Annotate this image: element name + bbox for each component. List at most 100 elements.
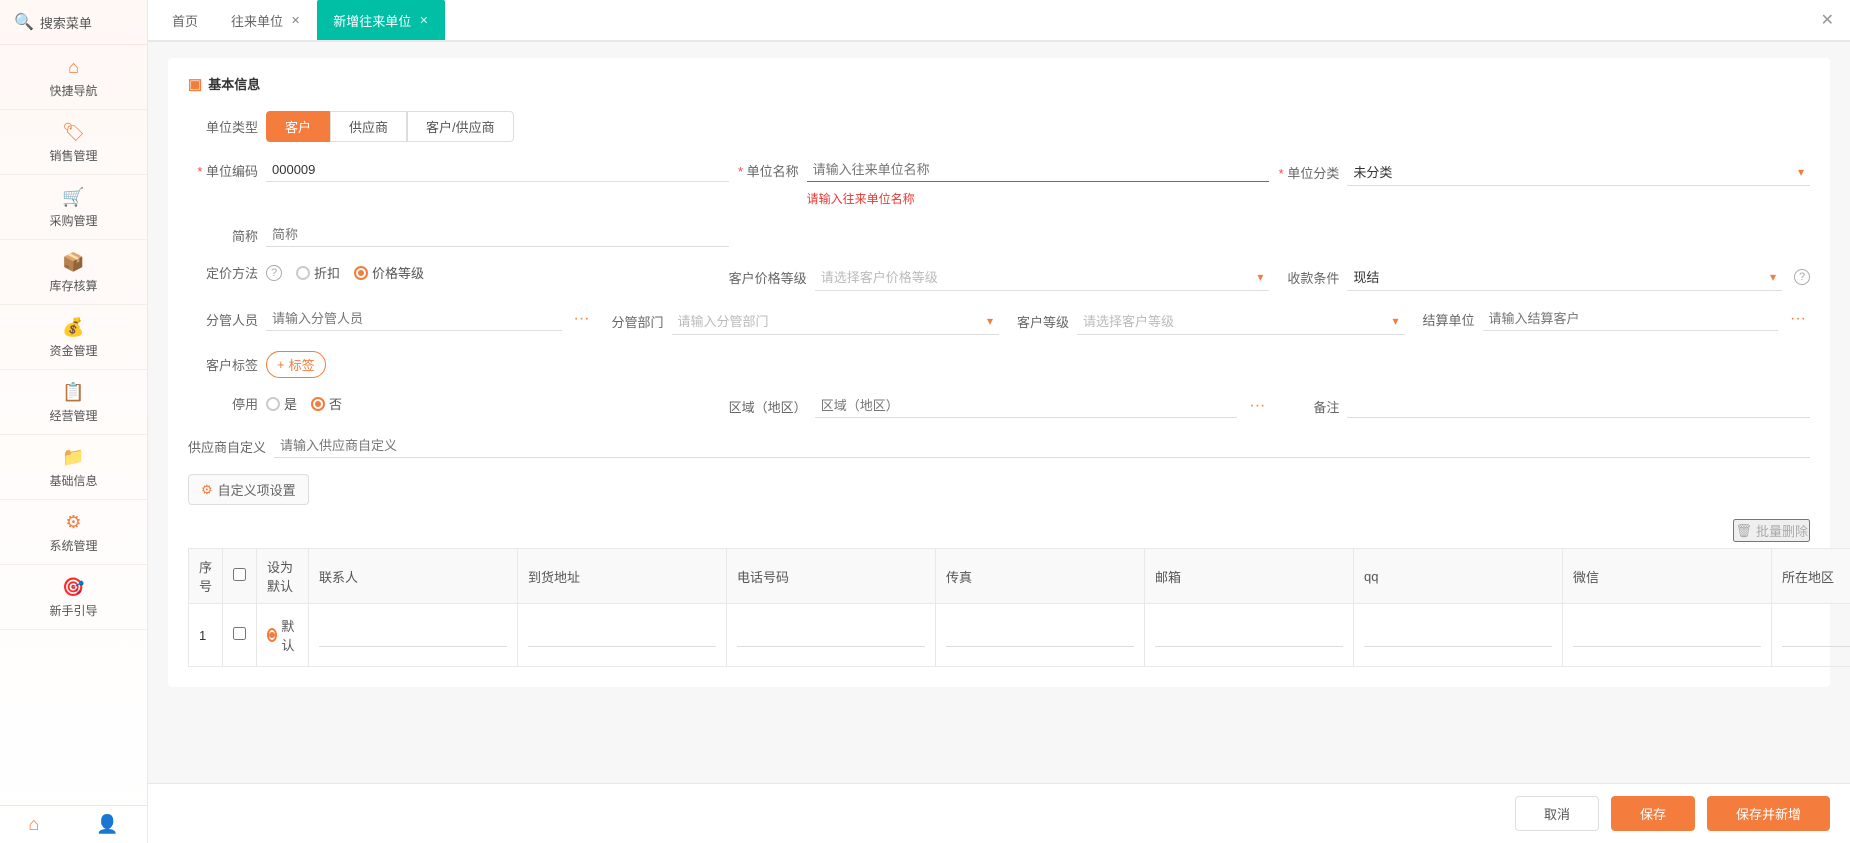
tab-home[interactable]: 首页 — [156, 0, 215, 40]
sidebar-item-sales[interactable]: 🏷 销售管理 — [0, 110, 147, 175]
customize-btn-label: 自定义项设置 — [218, 480, 296, 499]
tab-new-partner[interactable]: 新增往来单位 ✕ — [317, 0, 445, 40]
sidebar-item-operations[interactable]: 📋 经营管理 — [0, 370, 147, 435]
wechat-input[interactable] — [1573, 623, 1761, 647]
address-input[interactable] — [528, 623, 716, 647]
radio-yes[interactable]: 是 — [266, 394, 297, 413]
manager-label: 分管人员 — [188, 310, 258, 329]
disabled-label: 停用 — [188, 394, 258, 413]
region-field: 区域（地区） ··· — [729, 394, 1270, 418]
footer: 取消 保存 保存并新增 — [148, 783, 1850, 843]
add-tag-button[interactable]: + 标签 — [266, 351, 326, 378]
default-label: 默认 — [281, 616, 298, 654]
fax-input[interactable] — [946, 623, 1134, 647]
customize-settings-button[interactable]: ⚙ 自定义项设置 — [188, 474, 309, 505]
unit-category-value: 未分类 — [1353, 162, 1392, 181]
sidebar-item-inventory[interactable]: 📦 库存核算 — [0, 240, 147, 305]
select-all-checkbox[interactable] — [233, 568, 246, 581]
manager-input[interactable] — [266, 307, 562, 331]
sidebar-item-label: 库存核算 — [49, 277, 97, 294]
col-contact: 联系人 — [309, 549, 518, 604]
tab-new-partner-close[interactable]: ✕ — [419, 14, 428, 27]
chevron-down-icon3: ▾ — [1770, 270, 1776, 284]
cell-contact — [309, 604, 518, 667]
batch-delete-button[interactable]: 🗑 批量删除 — [1733, 519, 1810, 542]
tab-partner-label: 往来单位 — [231, 11, 283, 30]
supplier-custom-field: 供应商自定义 — [188, 434, 1810, 458]
payment-terms-help-icon[interactable]: ? — [1794, 269, 1810, 285]
sidebar-home-btn[interactable]: ⌂ — [28, 814, 39, 835]
qq-input[interactable] — [1364, 623, 1552, 647]
sidebar-item-basic[interactable]: 📁 基础信息 — [0, 435, 147, 500]
save-button[interactable]: 保存 — [1611, 796, 1695, 831]
radio-no[interactable]: 否 — [311, 394, 342, 413]
table-row: 1 默认 — [189, 604, 1850, 667]
type-btn-both[interactable]: 客户/供应商 — [407, 111, 514, 142]
section-title-text: 基本信息 — [208, 74, 260, 93]
radio-discount[interactable]: 折扣 — [296, 263, 340, 282]
chevron-down-icon5: ▾ — [1392, 314, 1398, 328]
cell-fax — [936, 604, 1145, 667]
add-tag-icon: + — [277, 357, 285, 372]
customer-tag-row: 客户标签 + 标签 — [188, 351, 1810, 378]
row-checkbox[interactable] — [233, 627, 246, 640]
row-default-radio[interactable]: 默认 — [267, 616, 298, 654]
sidebar: 🔍 搜索菜单 ⌂ 快捷导航 🏷 销售管理 🛒 采购管理 📦 库存核算 💰 资金管… — [0, 0, 148, 843]
remark-input[interactable] — [1347, 394, 1810, 418]
pricing-help-icon[interactable]: ? — [266, 265, 282, 281]
row-region-input[interactable] — [1782, 623, 1850, 647]
cell-address — [518, 604, 727, 667]
search-icon: 🔍 — [14, 12, 34, 32]
disabled-field: 停用 是 否 — [188, 394, 729, 413]
unit-code-field: 单位编码 — [188, 158, 729, 182]
unit-code-input[interactable] — [266, 158, 729, 182]
short-name-field: 简称 — [188, 223, 729, 247]
tab-partner[interactable]: 往来单位 ✕ — [215, 0, 317, 40]
short-name-input[interactable] — [266, 223, 729, 247]
radio-discount-circle — [296, 266, 310, 280]
type-btn-supplier[interactable]: 供应商 — [330, 111, 407, 142]
settlement-more-btn[interactable]: ··· — [1786, 310, 1810, 328]
sidebar-item-purchase[interactable]: 🛒 采购管理 — [0, 175, 147, 240]
contact-input[interactable] — [319, 623, 507, 647]
radio-price-level[interactable]: 价格等级 — [354, 263, 424, 282]
sidebar-item-system[interactable]: ⚙ 系统管理 — [0, 500, 147, 565]
contacts-table: 序号 设为默认 联系人 到货地址 电话号码 传真 邮箱 qq 微信 所在地区 操… — [188, 548, 1850, 667]
sidebar-item-finance[interactable]: 💰 资金管理 — [0, 305, 147, 370]
customer-level-placeholder: 请选择客户等级 — [1083, 311, 1174, 330]
sidebar-search[interactable]: 🔍 搜索菜单 — [0, 0, 147, 45]
tab-new-partner-label: 新增往来单位 — [333, 11, 411, 30]
save-and-new-button[interactable]: 保存并新增 — [1707, 796, 1830, 831]
manager-more-btn[interactable]: ··· — [570, 310, 594, 328]
close-all-tabs[interactable]: ✕ — [1813, 10, 1842, 30]
unit-code-label: 单位编码 — [188, 161, 258, 180]
cell-wechat — [1563, 604, 1772, 667]
supplier-custom-input[interactable] — [274, 434, 1810, 458]
region-input[interactable] — [815, 394, 1238, 418]
short-name-row: 简称 — [188, 223, 1810, 247]
system-icon: ⚙ — [65, 512, 81, 533]
sidebar-item-guide[interactable]: 🎯 新手引导 — [0, 565, 147, 630]
tab-partner-close[interactable]: ✕ — [291, 14, 300, 27]
pricing-row: 定价方法 ? 折扣 价格等级 客户价格等级 — [188, 263, 1810, 291]
department-select[interactable]: 请输入分管部门 ▾ — [672, 307, 1000, 335]
customer-price-select[interactable]: 请选择客户价格等级 ▾ — [815, 263, 1270, 291]
email-input[interactable] — [1155, 623, 1343, 647]
settlement-input[interactable] — [1483, 307, 1779, 331]
customer-level-select[interactable]: 请选择客户等级 ▾ — [1077, 307, 1405, 335]
region-more-btn[interactable]: ··· — [1245, 397, 1269, 415]
cancel-button[interactable]: 取消 — [1515, 796, 1599, 831]
unit-category-select[interactable]: 未分类 ▾ — [1347, 158, 1810, 186]
col-fax: 传真 — [936, 549, 1145, 604]
payment-terms-select[interactable]: 现结 ▾ — [1347, 263, 1782, 291]
basic-icon: 📁 — [62, 447, 84, 468]
sidebar-item-label: 新手引导 — [49, 602, 97, 619]
col-region: 所在地区 — [1772, 549, 1850, 604]
unit-type-buttons: 客户 供应商 客户/供应商 — [266, 111, 514, 142]
unit-name-input[interactable] — [807, 158, 1270, 182]
sidebar-item-quick-nav[interactable]: ⌂ 快捷导航 — [0, 45, 147, 110]
sidebar-user-btn[interactable]: 👤 — [96, 814, 118, 835]
payment-terms-field: 收款条件 现结 ▾ ? — [1269, 263, 1810, 291]
phone-input[interactable] — [737, 623, 925, 647]
type-btn-customer[interactable]: 客户 — [266, 111, 330, 142]
